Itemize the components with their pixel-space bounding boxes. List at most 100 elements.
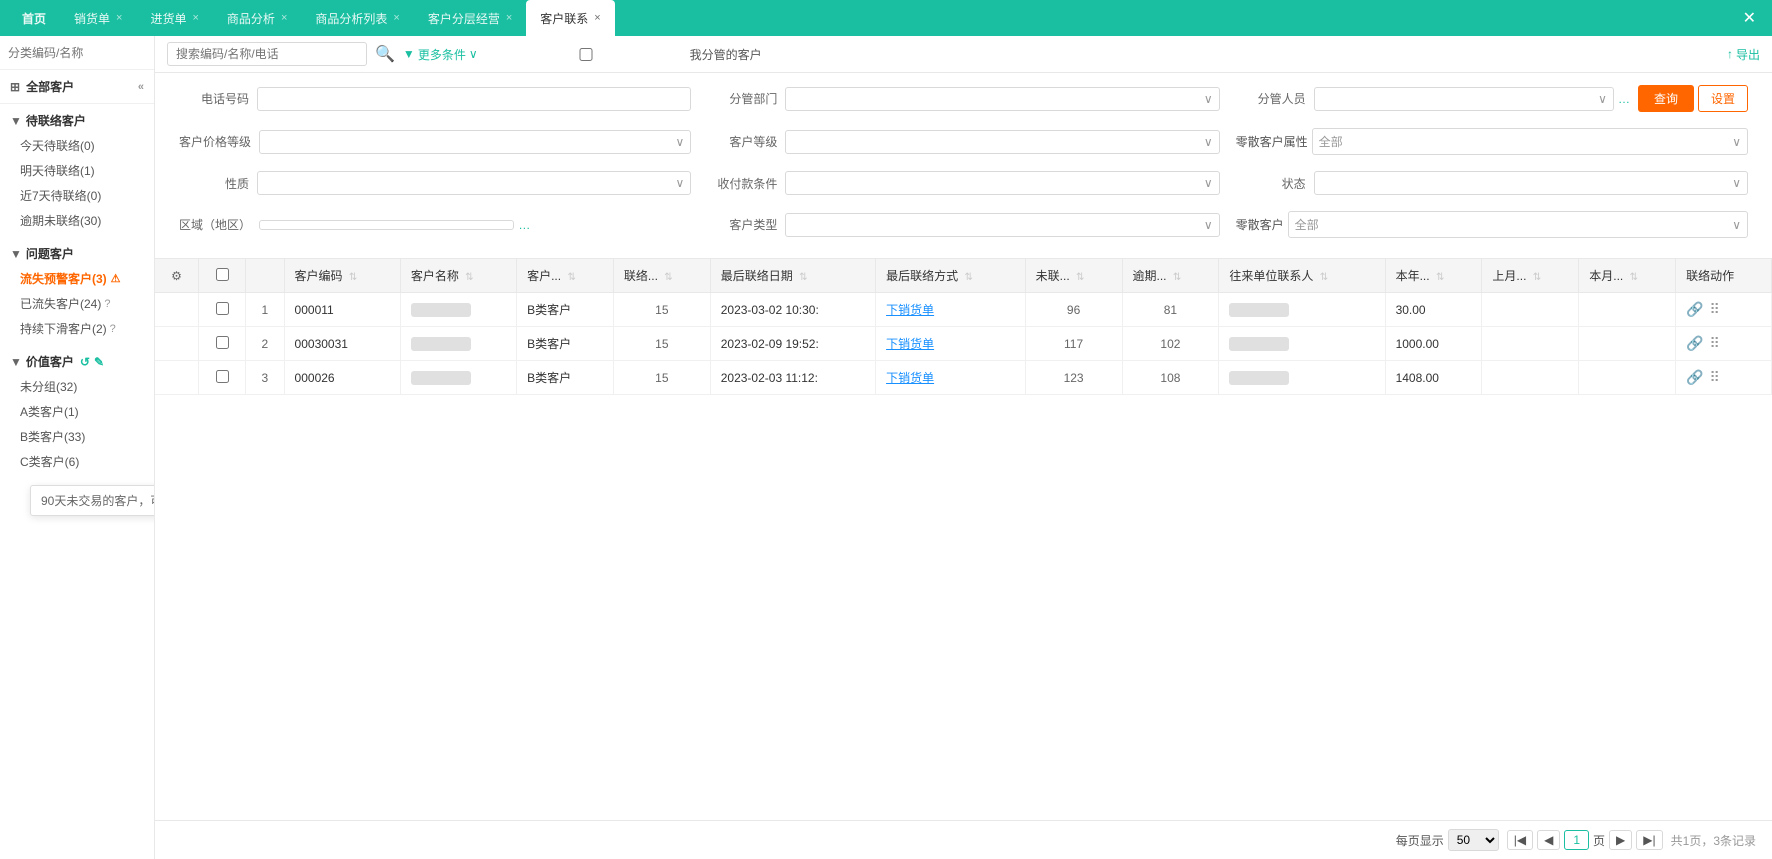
next-page-button[interactable]: ▶ xyxy=(1609,830,1632,850)
col-overdue[interactable]: 逾期... ⇅ xyxy=(1122,259,1219,293)
sidebar-search-input[interactable] xyxy=(8,46,155,60)
row-last-contact-method[interactable]: 下销货单 xyxy=(876,361,1026,395)
refresh-icon[interactable]: ↺ xyxy=(80,355,90,369)
sidebar-item-today[interactable]: 今天待联络(0) xyxy=(0,133,154,158)
first-page-button[interactable]: |◀ xyxy=(1507,830,1533,850)
per-page-select[interactable]: 50 100 200 xyxy=(1448,829,1499,851)
dept-select[interactable]: ∨ xyxy=(785,87,1219,111)
col-checkbox[interactable] xyxy=(198,259,245,293)
col-contact[interactable]: 联络... ⇅ xyxy=(613,259,710,293)
sidebar-item-overdue[interactable]: 逾期未联络(30) xyxy=(0,208,154,233)
tab-product-list-label: 商品分析列表 xyxy=(315,10,387,27)
sidebar-item-churn-warning[interactable]: 流失预警客户(3) ⚠ xyxy=(0,266,154,291)
tab-product-analysis-close[interactable]: × xyxy=(281,12,287,24)
search-input[interactable] xyxy=(167,42,367,66)
export-button[interactable]: ↑ 导出 xyxy=(1727,46,1760,63)
tab-customer-contact[interactable]: 客户联系 × xyxy=(526,0,614,36)
tab-product-list-close[interactable]: × xyxy=(393,12,399,24)
area-more-button[interactable]: … xyxy=(518,218,530,232)
tab-product-list[interactable]: 商品分析列表 × xyxy=(301,0,413,36)
filter-button[interactable]: ▼ 更多条件 ∨ xyxy=(403,46,478,63)
col-not-contacted[interactable]: 未联... ⇅ xyxy=(1025,259,1122,293)
row-last-contact-method[interactable]: 下销货单 xyxy=(876,293,1026,327)
row-name: ██████ xyxy=(400,361,516,395)
tab-customer-layer-close[interactable]: × xyxy=(506,12,512,24)
sidebar-item-unclassified[interactable]: 未分组(32) xyxy=(0,374,154,399)
sort-icon-nc: ⇅ xyxy=(1076,272,1084,283)
tab-customer-layer[interactable]: 客户分层经营 × xyxy=(414,0,526,36)
grid-icon: ⊞ xyxy=(10,80,20,94)
gender-select[interactable]: ∨ xyxy=(257,171,691,195)
last-page-button[interactable]: ▶| xyxy=(1636,830,1662,850)
price-level-select[interactable]: ∨ xyxy=(259,130,691,154)
col-name[interactable]: 客户名称 ⇅ xyxy=(400,259,516,293)
sidebar-item-tomorrow[interactable]: 明天待联络(1) xyxy=(0,158,154,183)
tab-product-analysis[interactable]: 商品分析 × xyxy=(213,0,301,36)
person-select[interactable]: ∨ xyxy=(1314,87,1614,111)
col-code[interactable]: 客户编码 ⇅ xyxy=(284,259,400,293)
customer-level-select[interactable]: ∨ xyxy=(785,130,1219,154)
sidebar-item-7days[interactable]: 近7天待联络(0) xyxy=(0,183,154,208)
sidebar-search-area: 🔍 xyxy=(0,36,154,70)
sidebar-item-churned-label: 已流失客户(24) xyxy=(20,295,101,312)
sidebar-item-class-c[interactable]: C类客户(6) xyxy=(0,449,154,474)
col-this-year[interactable]: 本年... ⇅ xyxy=(1385,259,1482,293)
row-checkbox[interactable] xyxy=(198,293,245,327)
action-more-icon[interactable]: ⠿ xyxy=(1710,369,1720,386)
tab-purchase-close[interactable]: × xyxy=(192,12,198,24)
zero-customer-text: 全部 xyxy=(1295,216,1733,233)
query-button[interactable]: 查询 xyxy=(1638,85,1694,112)
select-all-checkbox[interactable] xyxy=(216,268,229,281)
sidebar-group-pending-title[interactable]: ▼ 待联络客户 xyxy=(0,108,154,133)
area-select[interactable] xyxy=(259,220,514,230)
sidebar-item-class-b[interactable]: B类客户(33) xyxy=(0,424,154,449)
sidebar-collapse-icon[interactable]: « xyxy=(138,81,144,93)
person-more-button[interactable]: … xyxy=(1618,92,1630,106)
my-customers-checkbox[interactable] xyxy=(486,48,686,61)
zero-customer-select[interactable]: 全部 ∨ xyxy=(1288,211,1748,238)
sidebar-item-class-a[interactable]: A类客户(1) xyxy=(0,399,154,424)
tab-purchase[interactable]: 进货单 × xyxy=(136,0,212,36)
row-overdue: 108 xyxy=(1122,361,1219,395)
row-last-contact-method[interactable]: 下销货单 xyxy=(876,327,1026,361)
row-checkbox[interactable] xyxy=(198,361,245,395)
action-link-icon[interactable]: 🔗 xyxy=(1686,301,1703,318)
sidebar-item-declining[interactable]: 持续下滑客户(2) ? xyxy=(0,316,154,341)
row-actions: 🔗 ⠿ xyxy=(1676,293,1772,327)
sidebar-group-problem-title[interactable]: ▼ 问题客户 xyxy=(0,241,154,266)
tab-customer-contact-close[interactable]: × xyxy=(594,12,600,24)
sidebar-item-churn-warning-label: 流失预警客户(3) xyxy=(20,270,107,287)
settings-button[interactable]: 设置 xyxy=(1698,85,1748,112)
col-type[interactable]: 客户... ⇅ xyxy=(517,259,614,293)
col-last-contact-method[interactable]: 最后联络方式 ⇅ xyxy=(876,259,1026,293)
col-this-month[interactable]: 本月... ⇅ xyxy=(1579,259,1676,293)
my-customers-checkbox-area[interactable]: 我分管的客户 xyxy=(486,46,762,63)
tooltip-text: 90天未交易的客户，可能有流失风险。 xyxy=(41,494,155,508)
sort-icon-code: ⇅ xyxy=(349,272,357,283)
tab-sales-close[interactable]: × xyxy=(116,12,122,24)
row-checkbox[interactable] xyxy=(198,327,245,361)
customer-type-select[interactable]: ∨ xyxy=(785,213,1219,237)
search-button[interactable]: 🔍 xyxy=(375,44,395,64)
action-link-icon[interactable]: 🔗 xyxy=(1686,335,1703,352)
phone-input[interactable] xyxy=(257,87,691,111)
sidebar-item-churned[interactable]: 已流失客户(24) ? xyxy=(0,291,154,316)
status-select[interactable]: ∨ xyxy=(1314,171,1748,195)
col-last-month[interactable]: 上月... ⇅ xyxy=(1482,259,1579,293)
prev-page-button[interactable]: ◀ xyxy=(1537,830,1560,850)
edit-icon[interactable]: ✎ xyxy=(94,355,104,369)
sidebar-all-customers[interactable]: ⊞ 全部客户 « xyxy=(0,70,154,104)
action-link-icon[interactable]: 🔗 xyxy=(1686,369,1703,386)
action-more-icon[interactable]: ⠿ xyxy=(1710,335,1720,352)
col-last-contact-date[interactable]: 最后联络日期 ⇅ xyxy=(710,259,875,293)
zero-attr-select[interactable]: 全部 ∨ xyxy=(1312,128,1748,155)
window-close-button[interactable]: ✕ xyxy=(1735,8,1764,28)
tab-home[interactable]: 首页 xyxy=(8,0,60,36)
payment-select[interactable]: ∨ xyxy=(785,171,1219,195)
sidebar-group-value-title[interactable]: ▼ 价值客户 ↺ ✎ xyxy=(0,349,154,374)
col-settings[interactable]: ⚙ xyxy=(155,259,198,293)
col-unit-contact[interactable]: 往来单位联系人 ⇅ xyxy=(1219,259,1385,293)
tab-purchase-label: 进货单 xyxy=(150,10,186,27)
action-more-icon[interactable]: ⠿ xyxy=(1710,301,1720,318)
tab-sales[interactable]: 销货单 × xyxy=(60,0,136,36)
